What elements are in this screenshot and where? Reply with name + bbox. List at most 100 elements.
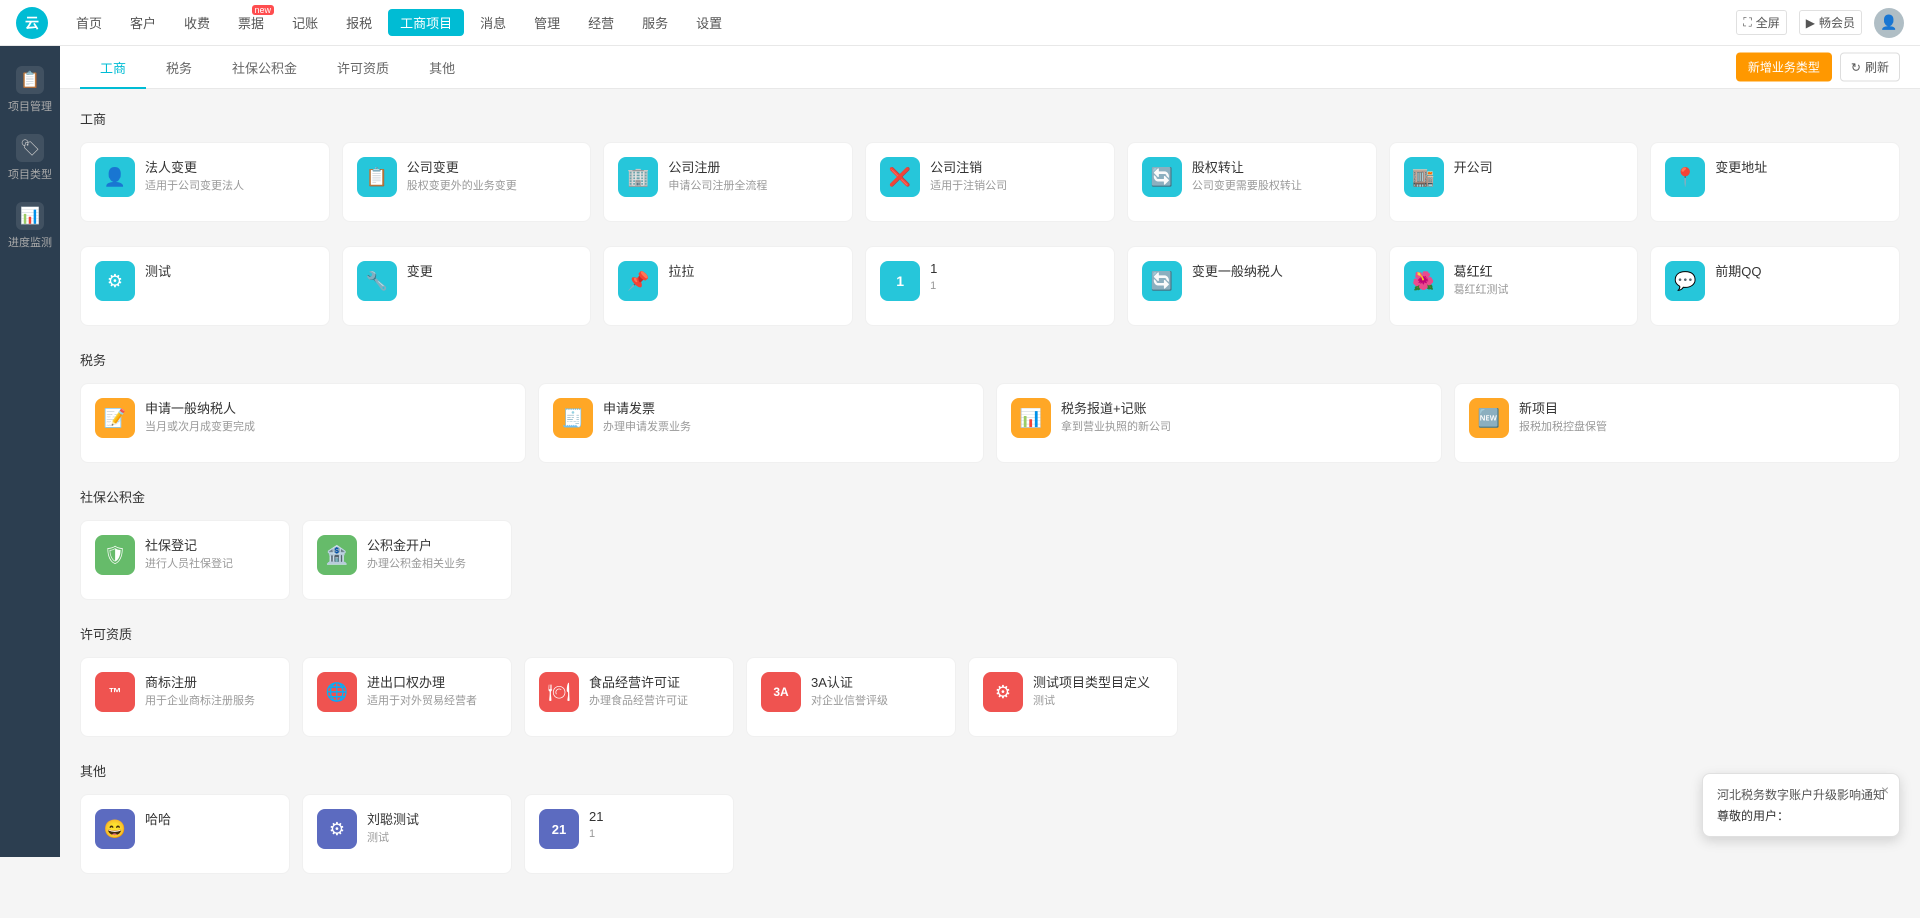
member-button[interactable]: ▶ 畅会员 [1799, 10, 1862, 35]
card-qianqiQQ[interactable]: 💬 前期QQ [1650, 246, 1900, 326]
card-icon: 3A [761, 672, 801, 712]
card-3a[interactable]: 3A 3A认证 对企业信誉评级 [746, 657, 956, 737]
card-shenqingfapiao[interactable]: 🧾 申请发票 办理申请发票业务 [538, 383, 984, 463]
nav-customer[interactable]: 客户 [118, 9, 168, 36]
card-21[interactable]: 21 21 1 [524, 794, 734, 874]
nav-manage[interactable]: 管理 [522, 9, 572, 36]
card-title: 公司注册 [668, 157, 767, 176]
sidebar-item-project-type[interactable]: 🏷 项目类型 [0, 124, 60, 192]
card-desc: 拿到营业执照的新公司 [1061, 420, 1171, 435]
card-text: 公积金开户 办理公积金相关业务 [367, 535, 466, 572]
tab-qita[interactable]: 其他 [409, 46, 475, 89]
card-gongsizuxiao[interactable]: ❌ 公司注销 适用于注销公司 [865, 142, 1115, 222]
tab-shebao[interactable]: 社保公积金 [212, 46, 317, 89]
section-title-qita: 其他 [80, 761, 1900, 780]
refresh-icon: ↻ [1851, 60, 1861, 74]
nav-settings[interactable]: 设置 [684, 9, 734, 36]
tab-gongshang[interactable]: 工商 [80, 46, 146, 89]
card-text: 新项目 报税加税控盘保管 [1519, 398, 1607, 435]
card-ceshi-xuke[interactable]: ⚙ 测试项目类型目定义 测试 [968, 657, 1178, 737]
fullscreen-button[interactable]: ⛶ 全屏 [1736, 10, 1786, 35]
card-icon: 📊 [1011, 398, 1051, 438]
progress-icon: 📊 [16, 202, 44, 230]
card-text: 税务报道+记账 拿到营业执照的新公司 [1061, 398, 1171, 435]
shuiwu-cards: 📝 申请一般纳税人 当月或次月成变更完成 🧾 申请发票 办理申请发票业务 📊 税… [80, 383, 1900, 463]
nav-tax[interactable]: 报税 [334, 9, 384, 36]
nav-service[interactable]: 服务 [630, 9, 680, 36]
card-shebao[interactable]: 🛡 社保登记 进行人员社保登记 [80, 520, 290, 600]
nav-operation[interactable]: 经营 [576, 9, 626, 36]
card-desc: 申请公司注册全流程 [668, 179, 767, 194]
card-icon: 🍽 [539, 672, 579, 712]
card-shangbiao[interactable]: ™ 商标注册 用于企业商标注册服务 [80, 657, 290, 737]
card-text: 测试 [145, 261, 171, 283]
card-title: 法人变更 [145, 157, 244, 176]
card-fazhen[interactable]: 👤 法人变更 适用于公司变更法人 [80, 142, 330, 222]
card-title: 食品经营许可证 [589, 672, 688, 691]
card-gongsizuce[interactable]: 🏢 公司注册 申请公司注册全流程 [603, 142, 853, 222]
avatar[interactable]: 👤 [1874, 8, 1904, 38]
nav-home[interactable]: 首页 [64, 9, 114, 36]
nav-industry[interactable]: 工商项目 [388, 9, 464, 36]
card-shipin[interactable]: 🍽 食品经营许可证 办理食品经营许可证 [524, 657, 734, 737]
nav-ticket[interactable]: 票据new [226, 9, 276, 36]
card-title: 前期QQ [1715, 261, 1761, 280]
tabs-bar: 工商 税务 社保公积金 许可资质 其他 新增业务类型 ↻ 刷新 [60, 46, 1920, 89]
gongshang-row1: 👤 法人变更 适用于公司变更法人 📋 公司变更 股权变更外的业务变更 🏢 公司注… [80, 142, 1900, 222]
card-haha[interactable]: 😄 哈哈 [80, 794, 290, 874]
card-desc: 1 [930, 279, 937, 294]
card-biangeng[interactable]: 🔧 变更 [342, 246, 592, 326]
card-yibannas[interactable]: 📝 申请一般纳税人 当月或次月成变更完成 [80, 383, 526, 463]
card-desc: 办理公积金相关业务 [367, 557, 466, 572]
card-title: 测试项目类型目定义 [1033, 672, 1150, 691]
card-gehonghong[interactable]: 🌺 葛红红 葛红红测试 [1389, 246, 1639, 326]
card-text: 拉拉 [668, 261, 694, 283]
card-liucong[interactable]: ⚙ 刘聪测试 测试 [302, 794, 512, 874]
card-icon: ™ [95, 672, 135, 712]
tab-shuiwu[interactable]: 税务 [146, 46, 212, 89]
card-one[interactable]: 1 1 1 [865, 246, 1115, 326]
tab-xuke[interactable]: 许可资质 [317, 46, 409, 89]
card-guquanzhuanrang[interactable]: 🔄 股权转让 公司变更需要股权转让 [1127, 142, 1377, 222]
card-lala[interactable]: 📌 拉拉 [603, 246, 853, 326]
card-text: 前期QQ [1715, 261, 1761, 283]
nav-right: ⛶ 全屏 ▶ 畅会员 👤 [1736, 8, 1904, 38]
card-desc: 当月或次月成变更完成 [145, 420, 255, 435]
card-biangengdizhi[interactable]: 📍 变更地址 [1650, 142, 1900, 222]
nav-accounting[interactable]: 记账 [280, 9, 330, 36]
card-desc: 适用于公司变更法人 [145, 179, 244, 194]
card-icon: 🔧 [357, 261, 397, 301]
nav-items: 首页 客户 收费 票据new 记账 报税 工商项目 消息 管理 经营 服务 设置 [64, 9, 1736, 36]
card-ceshi[interactable]: ⚙ 测试 [80, 246, 330, 326]
card-desc: 股权变更外的业务变更 [407, 179, 517, 194]
card-gongjijin[interactable]: 🏦 公积金开户 办理公积金相关业务 [302, 520, 512, 600]
add-type-button[interactable]: 新增业务类型 [1736, 53, 1832, 82]
sidebar-item-project-manage[interactable]: 📋 项目管理 [0, 56, 60, 124]
nav-fee[interactable]: 收费 [172, 9, 222, 36]
card-biangeng-납세인[interactable]: 🔄 变更一般纳税人 [1127, 246, 1377, 326]
card-text: 公司注册 申请公司注册全流程 [668, 157, 767, 194]
card-text: 公司注销 适用于注销公司 [930, 157, 1007, 194]
card-icon: 1 [880, 261, 920, 301]
card-gongsibiangeng[interactable]: 📋 公司变更 股权变更外的业务变更 [342, 142, 592, 222]
card-jinchukou[interactable]: 🌐 进出口权办理 适用于对外贸易经营者 [302, 657, 512, 737]
app-logo: 云 [16, 7, 48, 39]
sidebar-item-label: 进度监测 [8, 234, 52, 250]
refresh-button[interactable]: ↻ 刷新 [1840, 53, 1900, 82]
card-xinxiangmu[interactable]: 🆕 新项目 报税加税控盘保管 [1454, 383, 1900, 463]
card-text: 开公司 [1454, 157, 1493, 179]
notification-close-button[interactable]: × [1881, 782, 1889, 798]
card-icon: 🆕 [1469, 398, 1509, 438]
card-kaigongsi[interactable]: 🏬 开公司 [1389, 142, 1639, 222]
card-title: 变更地址 [1715, 157, 1767, 176]
card-desc: 对企业信誉评级 [811, 694, 888, 709]
card-shuiwubaodao[interactable]: 📊 税务报道+记账 拿到营业执照的新公司 [996, 383, 1442, 463]
badge-new: new [252, 5, 275, 15]
card-desc: 办理食品经营许可证 [589, 694, 688, 709]
sidebar-item-progress[interactable]: 📊 进度监测 [0, 192, 60, 260]
card-text: 21 1 [589, 809, 603, 842]
card-icon: 🔄 [1142, 157, 1182, 197]
nav-message[interactable]: 消息 [468, 9, 518, 36]
project-type-icon: 🏷 [16, 134, 44, 162]
card-text: 申请一般纳税人 当月或次月成变更完成 [145, 398, 255, 435]
